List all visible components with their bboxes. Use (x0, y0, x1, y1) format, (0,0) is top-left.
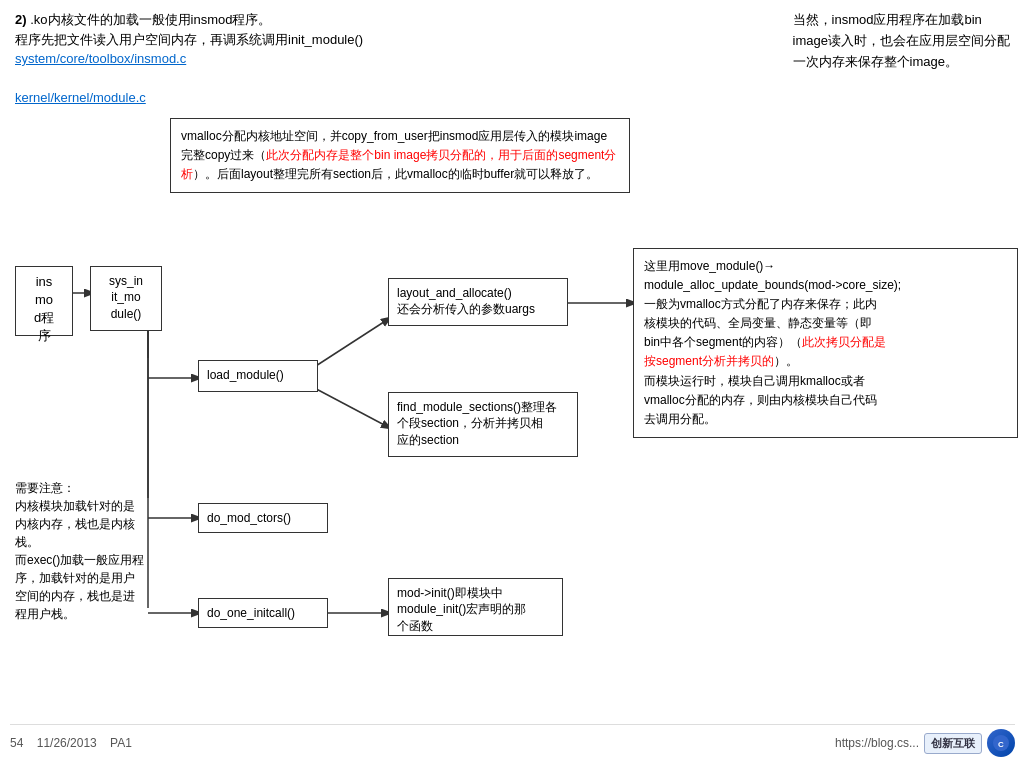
top-right-line1: 当然，insmod应用程序在加载bin (793, 12, 982, 27)
logo-icon: C (987, 729, 1015, 757)
sys-init-label: sys_init_module() (109, 274, 143, 322)
layout-allocate-label: layout_and_allocate()还会分析传入的参数uargs (397, 286, 535, 317)
header-line2: 程序先把文件读入用户空间内存，再调系统调用init_module() (15, 30, 363, 50)
layout-allocate-box: layout_and_allocate()还会分析传入的参数uargs (388, 278, 568, 326)
insmod-label: insmod程序 (34, 274, 54, 344)
footer-logo-area: https://blog.cs... 创新互联 C (835, 729, 1015, 757)
page-number: 54 (10, 736, 23, 750)
top-right: 当然，insmod应用程序在加载bin image读入时，也会在应用层空间分配 … (793, 10, 1010, 108)
top-right-line2: image读入时，也会在应用层空间分配 (793, 33, 1010, 48)
top-right-line3: 一次内存来保存整个image。 (793, 54, 958, 69)
logo-text: 创新互联 (931, 737, 975, 749)
insmod-box: insmod程序 (15, 266, 73, 336)
footer-label: PA1 (110, 736, 132, 750)
find-module-box: find_module_sections()整理各个段section，分析并拷贝… (388, 392, 578, 457)
top-section: 2) .ko内核文件的加载一般使用insmod程序。 程序先把文件读入用户空间内… (15, 10, 1010, 108)
mod-init-box: mod->init()即模块中module_init()宏声明的那个函数 (388, 578, 563, 636)
link-insmod[interactable]: system/core/toolbox/insmod.c (15, 51, 186, 66)
do-one-initcall-box: do_one_initcall() (198, 598, 328, 628)
find-module-label: find_module_sections()整理各个段section，分析并拷贝… (397, 400, 557, 448)
footer-date: 11/26/2013 (37, 736, 97, 750)
do-mod-ctors-label: do_mod_ctors() (207, 511, 291, 525)
header-line1: 2) .ko内核文件的加载一般使用insmod程序。 (15, 10, 363, 30)
do-one-initcall-label: do_one_initcall() (207, 606, 295, 620)
bottom-note: 需要注意： 内核模块加载针对的是 内核内存，栈也是内核 栈。 而exec()加载… (15, 479, 144, 623)
load-module-label: load_module() (207, 368, 284, 382)
mod-init-label: mod->init()即模块中module_init()宏声明的那个函数 (397, 586, 526, 634)
bottom-note-text: 需要注意： 内核模块加载针对的是 内核内存，栈也是内核 栈。 而exec()加载… (15, 481, 144, 621)
top-note-box: vmalloc分配内核地址空间，并copy_from_user把insmod应用… (170, 118, 630, 194)
do-mod-ctors-box: do_mod_ctors() (198, 503, 328, 533)
diagram-area: vmalloc分配内核地址空间，并copy_from_user把insmod应用… (15, 118, 1010, 678)
footer: 54 11/26/2013 PA1 https://blog.cs... 创新互… (10, 724, 1015, 757)
link-module[interactable]: kernel/kernel/module.c (15, 90, 146, 105)
svg-text:C: C (998, 740, 1004, 749)
footer-url: https://blog.cs... (835, 736, 919, 750)
footer-left: 54 11/26/2013 PA1 (10, 736, 132, 750)
sys-init-module-box: sys_init_module() (90, 266, 162, 331)
page: 2) .ko内核文件的加载一般使用insmod程序。 程序先把文件读入用户空间内… (0, 0, 1025, 765)
load-module-box: load_module() (198, 360, 318, 392)
top-left: 2) .ko内核文件的加载一般使用insmod程序。 程序先把文件读入用户空间内… (15, 10, 363, 108)
logo-box: 创新互联 (924, 733, 982, 754)
header-title1: .ko内核文件的加载一般使用insmod程序。 (30, 12, 271, 27)
right-note-box: 这里用move_module()→ module_alloc_update_bo… (633, 248, 1018, 439)
section-number: 2) (15, 12, 27, 27)
top-note-text2: ）。后面layout整理完所有section后，此vmalloc的临时buffe… (193, 167, 598, 181)
